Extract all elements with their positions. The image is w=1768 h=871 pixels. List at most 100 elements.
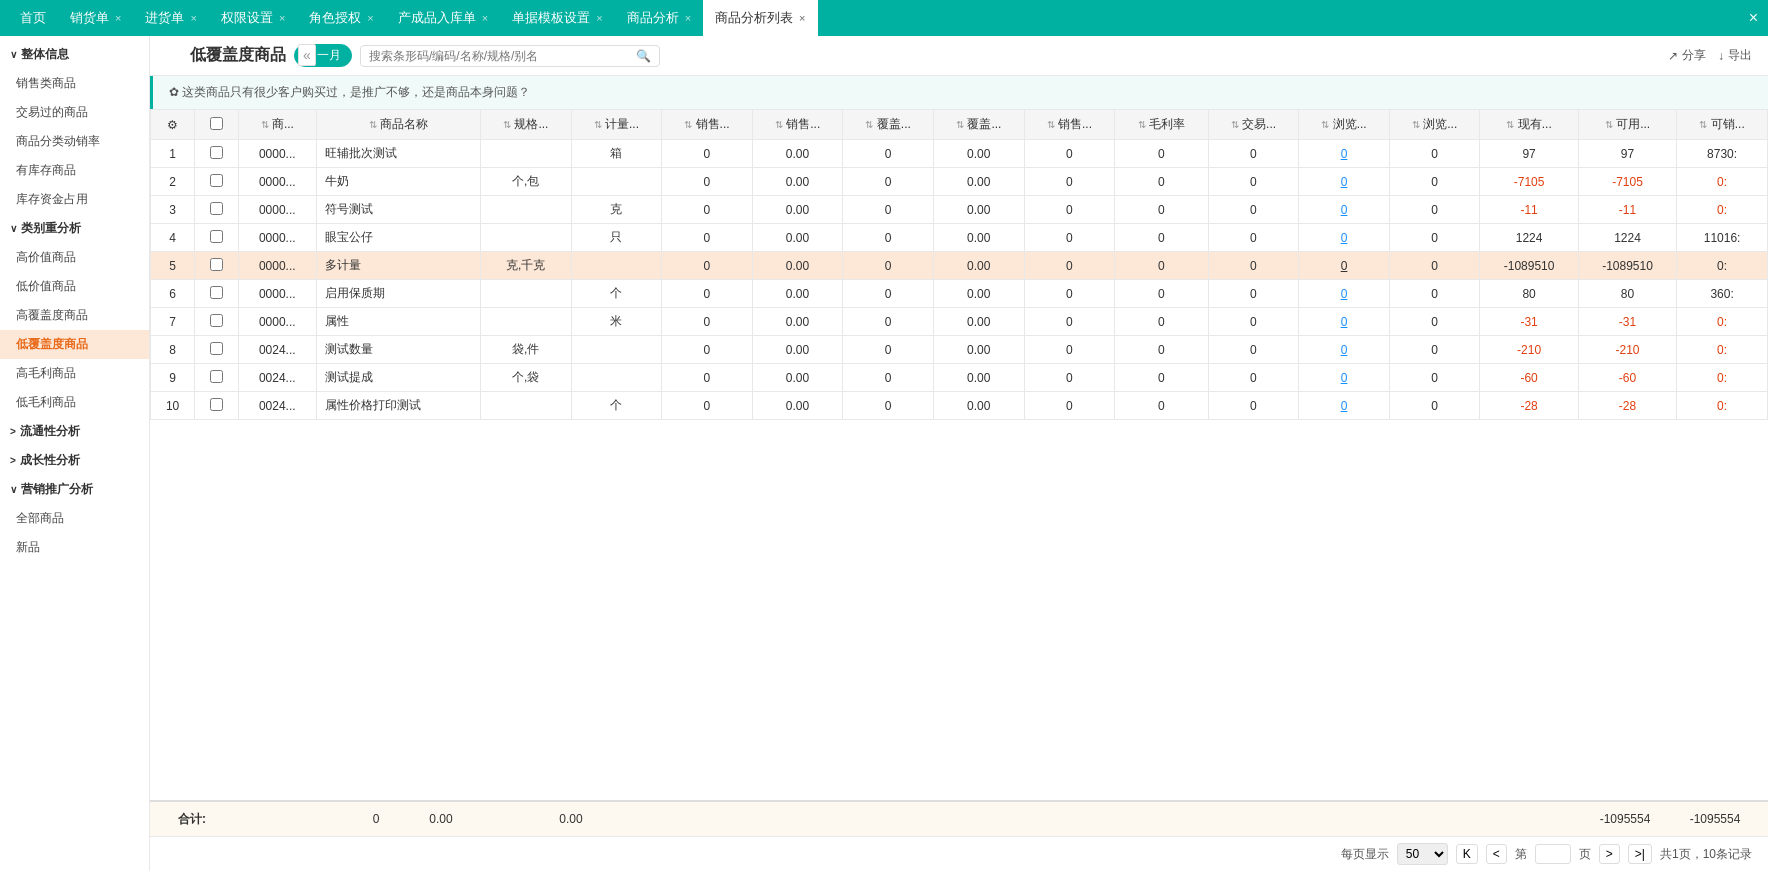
sidebar-item-high-value[interactable]: 高价值商品: [0, 243, 149, 272]
page-number-input[interactable]: 1: [1535, 844, 1571, 864]
row-browse1[interactable]: 0: [1299, 364, 1390, 392]
row-browse1[interactable]: 0: [1299, 196, 1390, 224]
row-browse1[interactable]: 0: [1299, 168, 1390, 196]
nav-tab-warehouse[interactable]: 产成品入库单 ×: [386, 0, 500, 36]
close-icon[interactable]: ×: [115, 12, 121, 24]
row-unit: 个: [571, 392, 662, 420]
row-checkbox[interactable]: [195, 140, 239, 168]
row-sales3: 0: [1024, 364, 1115, 392]
row-checkbox[interactable]: [195, 196, 239, 224]
sidebar-group-overall[interactable]: ∨ 整体信息: [0, 40, 149, 69]
row-sellable: 0:: [1677, 336, 1768, 364]
last-page-button[interactable]: >|: [1628, 844, 1652, 864]
sidebar-item-stock-capital[interactable]: 库存资金占用: [0, 185, 149, 214]
row-checkbox[interactable]: [195, 252, 239, 280]
row-spec: [480, 140, 571, 168]
close-icon[interactable]: ×: [685, 12, 691, 24]
nav-tab-purchase[interactable]: 进货单 ×: [133, 0, 208, 36]
close-all-tabs-button[interactable]: ×: [1749, 9, 1758, 27]
row-browse1[interactable]: 0: [1299, 392, 1390, 420]
table-wrapper: ⚙ ⇅ 商... ⇅ 商品名称 ⇅ 规格... ⇅ 计量... ⇅ 销售... …: [150, 109, 1768, 800]
nav-tab-roles[interactable]: 角色授权 ×: [297, 0, 385, 36]
row-sales1: 0: [662, 392, 753, 420]
col-current: ⇅ 现有...: [1480, 110, 1578, 140]
row-unit: 只: [571, 224, 662, 252]
sidebar-item-sales-goods[interactable]: 销售类商品: [0, 69, 149, 98]
row-browse2: 0: [1389, 252, 1480, 280]
row-browse1[interactable]: 0: [1299, 336, 1390, 364]
row-coverage1: 0: [843, 280, 934, 308]
nav-tab-home[interactable]: 首页: [8, 0, 58, 36]
sidebar-item-high-margin[interactable]: 高毛利商品: [0, 359, 149, 388]
content-header: 低覆盖度商品 近一月 🔍 ↗ 分享 ↓ 导出: [150, 36, 1768, 76]
row-no: 1: [151, 140, 195, 168]
sidebar-item-in-stock[interactable]: 有库存商品: [0, 156, 149, 185]
row-browse1[interactable]: 0: [1299, 140, 1390, 168]
search-input[interactable]: [369, 49, 632, 63]
pagination-summary: 共1页，10条记录: [1660, 846, 1752, 863]
row-checkbox[interactable]: [195, 392, 239, 420]
row-browse1[interactable]: 0: [1299, 308, 1390, 336]
select-all-checkbox[interactable]: [210, 117, 223, 130]
close-icon[interactable]: ×: [367, 12, 373, 24]
prev-page-button[interactable]: <: [1486, 844, 1507, 864]
first-page-button[interactable]: K: [1456, 844, 1478, 864]
row-sales2: 0.00: [752, 336, 843, 364]
row-checkbox[interactable]: [195, 336, 239, 364]
sidebar-item-low-value[interactable]: 低价值商品: [0, 272, 149, 301]
table-row: 2 0000... 牛奶 个,包 0 0.00 0 0.00 0 0 0 0 0…: [151, 168, 1768, 196]
sidebar-item-low-margin[interactable]: 低毛利商品: [0, 388, 149, 417]
sidebar-group-marketing[interactable]: ∨ 营销推广分析: [0, 475, 149, 504]
col-gross-margin: ⇅ 毛利率: [1115, 110, 1209, 140]
row-no: 3: [151, 196, 195, 224]
sidebar-item-traded-goods[interactable]: 交易过的商品: [0, 98, 149, 127]
nav-tab-analysis[interactable]: 商品分析 ×: [615, 0, 703, 36]
row-browse1[interactable]: 0: [1299, 280, 1390, 308]
row-sales3: 0: [1024, 280, 1115, 308]
row-browse2: 0: [1389, 364, 1480, 392]
sidebar: ∨ 整体信息 销售类商品 交易过的商品 商品分类动销率 有库存商品 库存资金占用…: [0, 36, 150, 871]
row-checkbox[interactable]: [195, 280, 239, 308]
col-settings[interactable]: ⚙: [151, 110, 195, 140]
total-current: -1095554: [1580, 812, 1670, 826]
row-coverage2: 0.00: [933, 252, 1024, 280]
close-icon[interactable]: ×: [279, 12, 285, 24]
close-icon[interactable]: ×: [190, 12, 196, 24]
row-coverage1: 0: [843, 140, 934, 168]
row-checkbox[interactable]: [195, 224, 239, 252]
nav-tab-sales[interactable]: 销货单 ×: [58, 0, 133, 36]
sidebar-collapse-button[interactable]: «: [298, 44, 316, 66]
close-icon[interactable]: ×: [482, 12, 488, 24]
sidebar-item-all-goods[interactable]: 全部商品: [0, 504, 149, 533]
share-button[interactable]: ↗ 分享: [1668, 47, 1706, 64]
sidebar-group-growth[interactable]: > 成长性分析: [0, 446, 149, 475]
close-icon[interactable]: ×: [799, 12, 805, 24]
row-browse2: 0: [1389, 336, 1480, 364]
row-checkbox[interactable]: [195, 168, 239, 196]
row-coverage1: 0: [843, 224, 934, 252]
col-sales1: ⇅ 销售...: [662, 110, 753, 140]
row-coverage1: 0: [843, 364, 934, 392]
nav-tab-analysis-list[interactable]: 商品分析列表 ×: [703, 0, 817, 36]
product-table: ⚙ ⇅ 商... ⇅ 商品名称 ⇅ 规格... ⇅ 计量... ⇅ 销售... …: [150, 109, 1768, 420]
sidebar-item-high-coverage[interactable]: 高覆盖度商品: [0, 301, 149, 330]
next-page-button[interactable]: >: [1599, 844, 1620, 864]
row-checkbox[interactable]: [195, 364, 239, 392]
row-current: 80: [1480, 280, 1578, 308]
row-checkbox[interactable]: [195, 308, 239, 336]
row-unit: 米: [571, 308, 662, 336]
nav-tab-permissions[interactable]: 权限设置 ×: [209, 0, 297, 36]
sidebar-group-category-analysis[interactable]: ∨ 类别重分析: [0, 214, 149, 243]
row-browse1[interactable]: 0: [1299, 252, 1390, 280]
nav-tab-template[interactable]: 单据模板设置 ×: [500, 0, 614, 36]
close-icon[interactable]: ×: [596, 12, 602, 24]
export-button[interactable]: ↓ 导出: [1718, 47, 1752, 64]
sidebar-group-liquidity[interactable]: > 流通性分析: [0, 417, 149, 446]
row-unit: 个: [571, 280, 662, 308]
sidebar-item-low-coverage[interactable]: 低覆盖度商品: [0, 330, 149, 359]
row-browse1[interactable]: 0: [1299, 224, 1390, 252]
per-page-select[interactable]: 50 20 100: [1397, 843, 1448, 865]
sidebar-item-category-turnover[interactable]: 商品分类动销率: [0, 127, 149, 156]
sidebar-item-new-products[interactable]: 新品: [0, 533, 149, 562]
row-current: -60: [1480, 364, 1578, 392]
